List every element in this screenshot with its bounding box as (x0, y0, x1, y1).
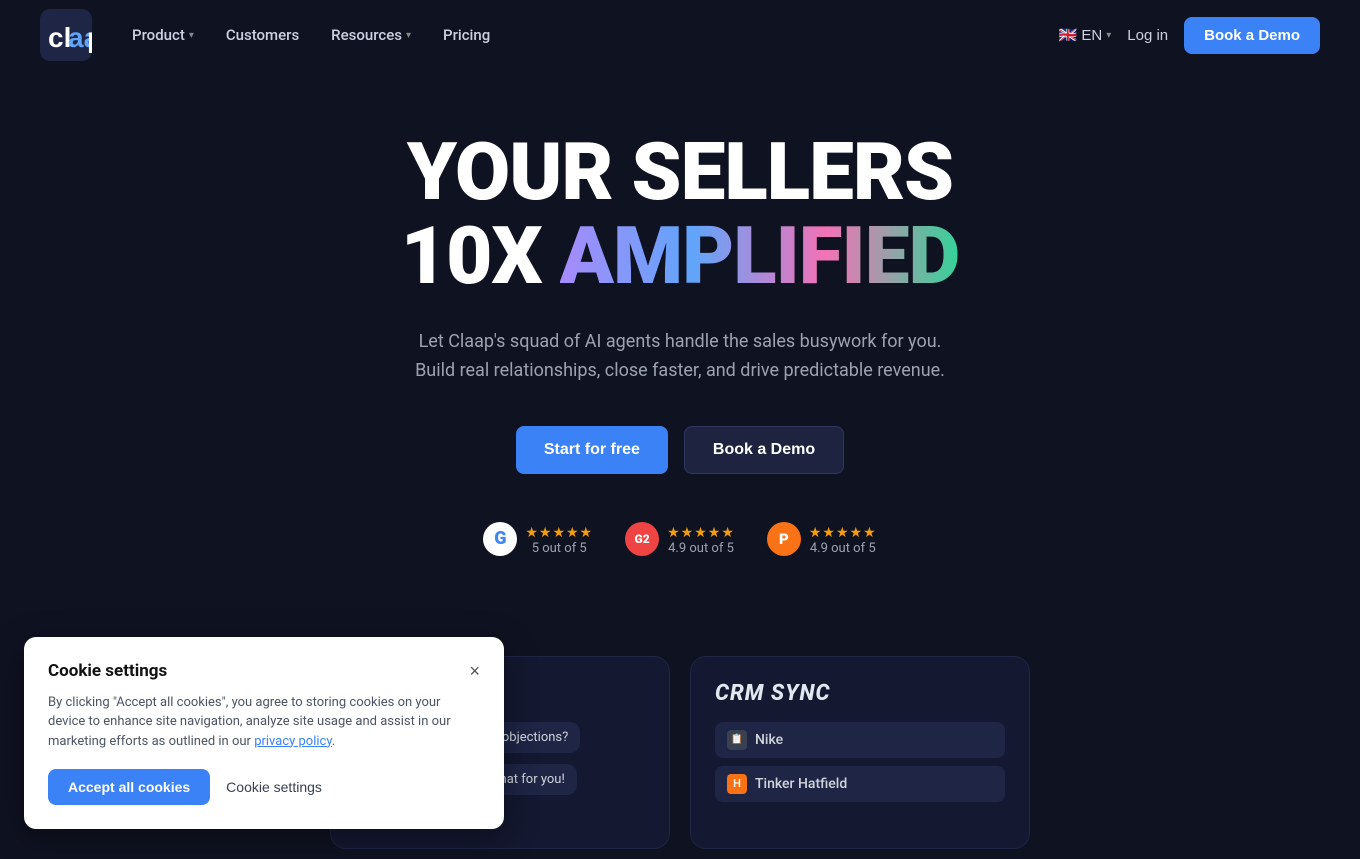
nav-right: 🇬🇧 EN ▾ Log in Book a Demo (1059, 17, 1320, 54)
navbar: cl aa p Product ▾ Customers Resources ▾ … (0, 0, 1360, 70)
svg-text:p: p (87, 22, 92, 53)
chevron-down-icon-resources: ▾ (406, 30, 411, 41)
crm-icon-nike: 📋 (727, 730, 747, 750)
privacy-policy-link[interactable]: privacy policy (254, 734, 332, 749)
chevron-down-icon-lang: ▾ (1106, 30, 1111, 41)
crm-item-tinker: H Tinker Hatfield (715, 766, 1005, 802)
nav-customers[interactable]: Customers (226, 26, 299, 44)
rating-google: G ★★★★★ 5 out of 5 (483, 522, 593, 556)
g2-badge: G2 (625, 522, 659, 556)
nav-resources[interactable]: Resources ▾ (331, 26, 411, 44)
hero-subtitle: Let Claap's squad of AI agents handle th… (20, 328, 1340, 386)
crm-item-nike: 📋 Nike (715, 722, 1005, 758)
nav-product[interactable]: Product ▾ (132, 26, 194, 44)
accept-cookies-button[interactable]: Accept all cookies (48, 769, 210, 805)
ratings-row: G ★★★★★ 5 out of 5 G2 ★★★★★ 4.9 out of 5… (20, 522, 1340, 556)
rating-producthunt: P ★★★★★ 4.9 out of 5 (767, 522, 877, 556)
chevron-down-icon: ▾ (189, 30, 194, 41)
nav-links: Product ▾ Customers Resources ▾ Pricing (132, 26, 1059, 44)
cookie-close-button[interactable]: × (469, 662, 480, 680)
login-button[interactable]: Log in (1127, 27, 1168, 44)
book-demo-hero-button[interactable]: Book a Demo (684, 426, 844, 474)
crm-sync-card: CRM SYNC 📋 Nike H Tinker Hatfield (690, 656, 1030, 849)
cookie-actions: Accept all cookies Cookie settings (48, 769, 480, 805)
hero-title: YOUR SELLERS 10X AMPLIFIED (20, 130, 1340, 298)
cookie-settings-button[interactable]: Cookie settings (226, 779, 322, 795)
flag-icon: 🇬🇧 (1059, 26, 1078, 44)
cookie-banner: Cookie settings × By clicking "Accept al… (24, 637, 504, 830)
hero-section: YOUR SELLERS 10X AMPLIFIED Let Claap's s… (0, 70, 1360, 656)
hero-buttons: Start for free Book a Demo (20, 426, 1340, 474)
language-selector[interactable]: 🇬🇧 EN ▾ (1059, 26, 1112, 44)
producthunt-badge: P (767, 522, 801, 556)
google-badge: G (483, 522, 517, 556)
nav-pricing[interactable]: Pricing (443, 26, 490, 44)
cookie-header: Cookie settings × (48, 661, 480, 681)
crm-icon-hubspot: H (727, 774, 747, 794)
logo[interactable]: cl aa p (40, 9, 92, 61)
book-demo-nav-button[interactable]: Book a Demo (1184, 17, 1320, 54)
rating-g2: G2 ★★★★★ 4.9 out of 5 (625, 522, 735, 556)
cookie-title: Cookie settings (48, 661, 167, 681)
cookie-body: By clicking "Accept all cookies", you ag… (48, 693, 480, 752)
start-free-button[interactable]: Start for free (516, 426, 668, 474)
